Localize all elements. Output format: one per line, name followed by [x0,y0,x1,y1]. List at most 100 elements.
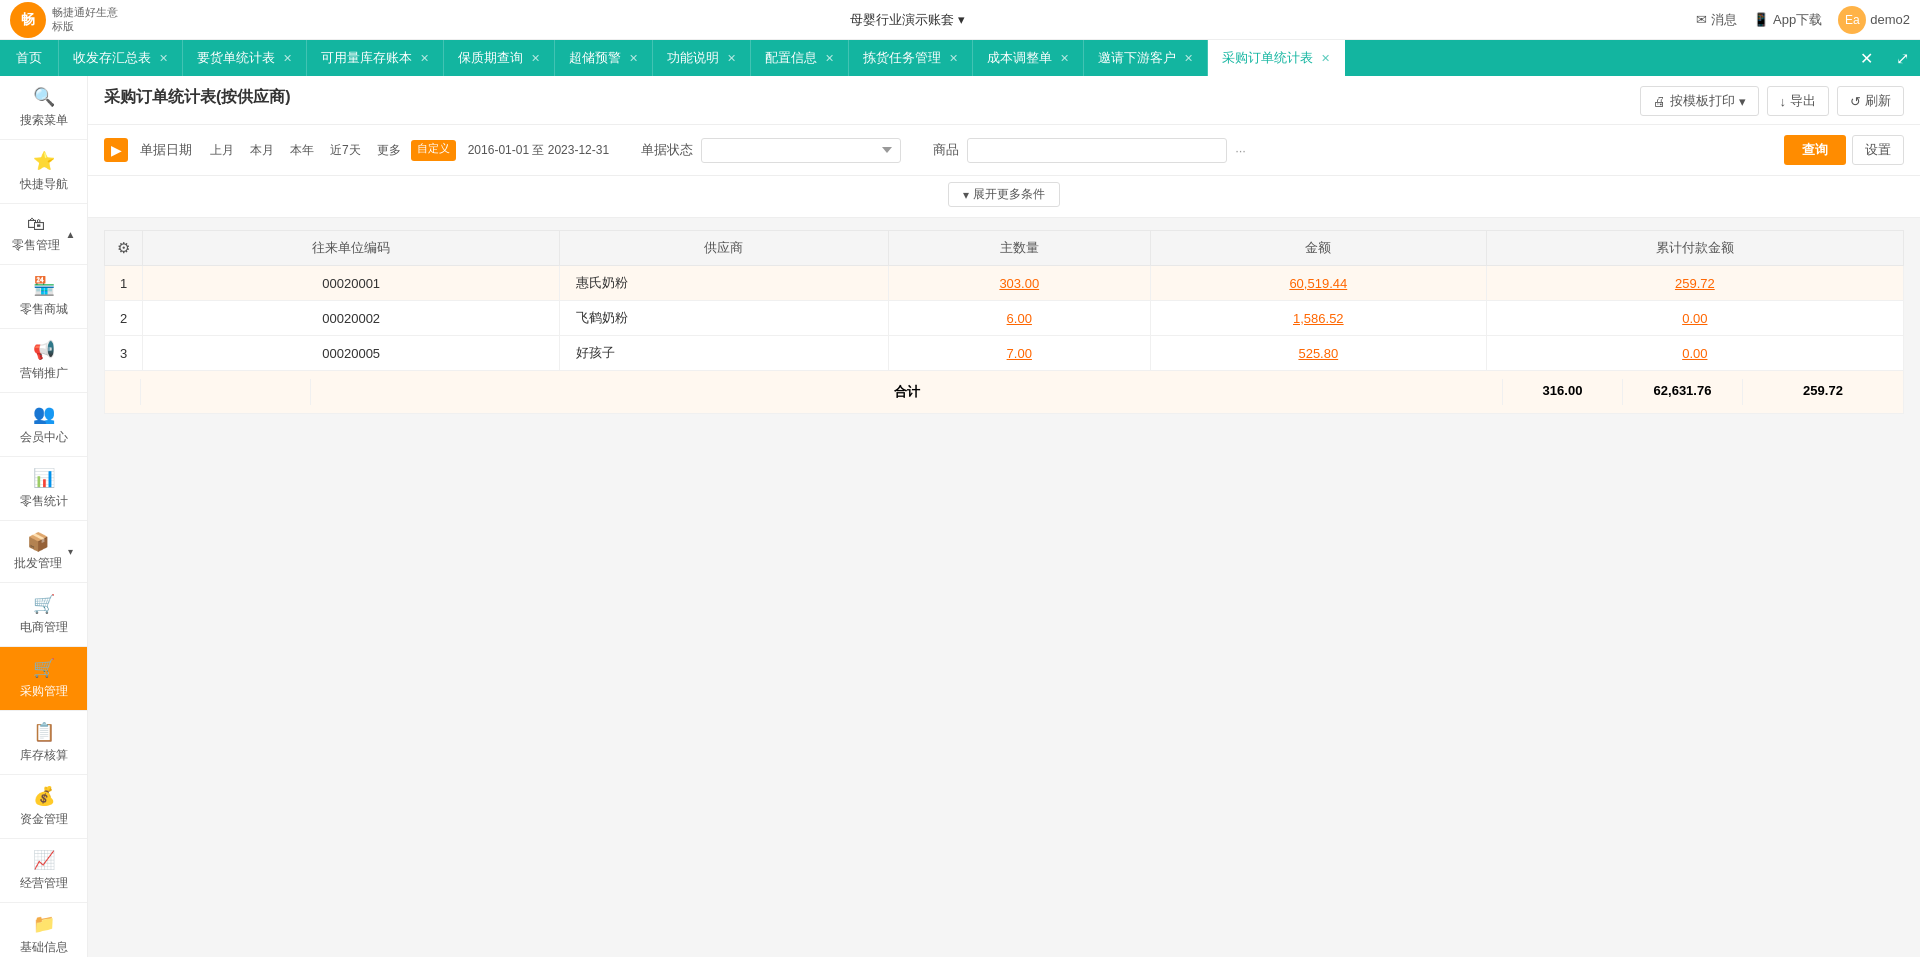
sidebar-item-member[interactable]: 👥 会员中心 [0,393,87,457]
row-paid[interactable]: 0.00 [1486,301,1903,336]
page-title: 采购订单统计表(按供应商) [104,87,291,108]
data-table: ⚙ 往来单位编码 供应商 主数量 金额 累计付款金额 1 00020001 惠氏… [104,230,1904,371]
sidebar-item-shortcut[interactable]: ⭐ 快捷导航 [0,140,87,204]
row-qty[interactable]: 6.00 [888,301,1150,336]
gear-icon[interactable]: ⚙ [117,239,130,256]
close-icon[interactable]: ✕ [283,52,292,65]
status-label: 单据状态 [641,141,693,159]
close-icon[interactable]: ✕ [949,52,958,65]
close-window-btn[interactable]: ✕ [1848,40,1884,76]
expand-row: ▾ 展开更多条件 [88,176,1920,218]
custom-badge: 自定义 [411,140,456,161]
goods-input[interactable] [967,138,1227,163]
close-icon[interactable]: ✕ [531,52,540,65]
operation-icon: 📈 [33,849,55,871]
sidebar-item-wholesale[interactable]: 📦 批发管理 ▾ [0,521,87,583]
table-row: 2 00020002 飞鹤奶粉 6.00 1,586.52 0.00 [105,301,1904,336]
app-download-btn[interactable]: 📱 App下载 [1753,11,1822,29]
footer-qty: 316.00 [1503,379,1623,405]
col-amount: 金额 [1150,231,1486,266]
refresh-btn[interactable]: ↺ 刷新 [1837,86,1904,116]
tab-overstock[interactable]: 超储预警 ✕ [555,40,653,76]
tab-warranty[interactable]: 保质期查询 ✕ [444,40,555,76]
expand-more-btn[interactable]: ▾ 展开更多条件 [948,182,1060,207]
date-btn-more[interactable]: 更多 [371,140,407,161]
sidebar-item-marketing[interactable]: 📢 营销推广 [0,329,87,393]
row-amount[interactable]: 60,519.44 [1150,266,1486,301]
chevron-down-icon: ▾ [958,12,965,27]
date-btn-last-month[interactable]: 上月 [204,140,240,161]
sidebar-item-retail-shop[interactable]: 🏪 零售商城 [0,265,87,329]
inventory-icon: 📋 [33,721,55,743]
export-icon: ↓ [1780,94,1787,109]
close-icon[interactable]: ✕ [825,52,834,65]
workspace-selector[interactable]: 母婴行业演示账套 ▾ [850,11,965,29]
top-right: ✉ 消息 📱 App下载 Ea demo2 [1696,6,1910,34]
member-icon: 👥 [33,403,55,425]
close-icon[interactable]: ✕ [727,52,736,65]
row-amount[interactable]: 1,586.52 [1150,301,1486,336]
sidebar-item-purchase[interactable]: 🛒 采购管理 [0,647,87,711]
tab-cost-adjust[interactable]: 成本调整单 ✕ [973,40,1084,76]
tab-function-desc[interactable]: 功能说明 ✕ [653,40,751,76]
filter-area: ▶ 单据日期 上月 本月 本年 近7天 更多 自定义 2016-01-01 至 … [88,125,1920,176]
sidebar-item-inventory[interactable]: 📋 库存核算 [0,711,87,775]
message-icon: ✉ [1696,12,1707,27]
row-paid[interactable]: 0.00 [1486,336,1903,371]
goods-filter-wrap: 商品 ··· [933,138,1246,163]
col-qty: 主数量 [888,231,1150,266]
row-paid[interactable]: 259.72 [1486,266,1903,301]
sidebar-item-retail[interactable]: 🛍 零售管理 ▲ [0,204,87,265]
close-icon[interactable]: ✕ [1184,52,1193,65]
sidebar-item-basic[interactable]: 📁 基础信息 [0,903,87,957]
status-filter-wrap: 单据状态 [641,138,901,163]
tab-order-summary[interactable]: 要货单统计表 ✕ [183,40,307,76]
print-icon: 🖨 [1653,94,1666,109]
row-amount[interactable]: 525.80 [1150,336,1486,371]
filter-toggle-btn[interactable]: ▶ [104,138,128,162]
close-icon[interactable]: ✕ [629,52,638,65]
tab-config-info[interactable]: 配置信息 ✕ [751,40,849,76]
tab-invite-downstream[interactable]: 邀请下游客户 ✕ [1084,40,1208,76]
date-btn-7days[interactable]: 近7天 [324,140,367,161]
tab-home[interactable]: 首页 [0,40,59,76]
print-btn[interactable]: 🖨 按模板打印 ▾ [1640,86,1759,116]
wholesale-icon: 📦 [27,531,49,553]
close-icon[interactable]: ✕ [159,52,168,65]
footer-paid: 259.72 [1743,379,1903,405]
tab-available-stock[interactable]: 可用量库存账本 ✕ [307,40,444,76]
date-btn-this-year[interactable]: 本年 [284,140,320,161]
row-supplier: 飞鹤奶粉 [560,301,888,336]
messages-btn[interactable]: ✉ 消息 [1696,11,1737,29]
search-btn[interactable]: 查询 [1784,135,1846,165]
user-menu[interactable]: Ea demo2 [1838,6,1910,34]
goods-more-icon[interactable]: ··· [1235,143,1246,158]
status-select[interactable] [701,138,901,163]
row-code: 00020002 [143,301,560,336]
maximize-btn[interactable]: ⤢ [1884,40,1920,76]
date-btn-this-month[interactable]: 本月 [244,140,280,161]
export-btn[interactable]: ↓ 导出 [1767,86,1830,116]
sidebar-item-finance[interactable]: 💰 资金管理 [0,775,87,839]
settings-btn[interactable]: 设置 [1852,135,1904,165]
table-area: ⚙ 往来单位编码 供应商 主数量 金额 累计付款金额 1 00020001 惠氏… [88,218,1920,957]
tab-pick-task[interactable]: 拣货任务管理 ✕ [849,40,973,76]
close-icon[interactable]: ✕ [1321,52,1330,65]
sidebar-item-operation[interactable]: 📈 经营管理 [0,839,87,903]
row-qty[interactable]: 303.00 [888,266,1150,301]
close-icon[interactable]: ✕ [420,52,429,65]
tab-receive-summary[interactable]: 收发存汇总表 ✕ [59,40,183,76]
row-qty[interactable]: 7.00 [888,336,1150,371]
star-icon: ⭐ [33,150,55,172]
table-row: 1 00020001 惠氏奶粉 303.00 60,519.44 259.72 [105,266,1904,301]
row-no: 2 [105,301,143,336]
sidebar-item-retail-stat[interactable]: 📊 零售统计 [0,457,87,521]
sidebar-item-ecommerce[interactable]: 🛒 电商管理 [0,583,87,647]
col-supplier: 供应商 [560,231,888,266]
main-layout: 🔍 搜索菜单 ⭐ 快捷导航 🛍 零售管理 ▲ 🏪 零售商城 📢 营销推广 👥 会… [0,76,1920,957]
close-icon[interactable]: ✕ [1060,52,1069,65]
sidebar-item-search[interactable]: 🔍 搜索菜单 [0,76,87,140]
tab-purchase-summary[interactable]: 采购订单统计表 ✕ [1208,40,1345,76]
chevron-down-icon: ▾ [68,546,73,557]
date-range-display: 2016-01-01 至 2023-12-31 [468,142,609,159]
